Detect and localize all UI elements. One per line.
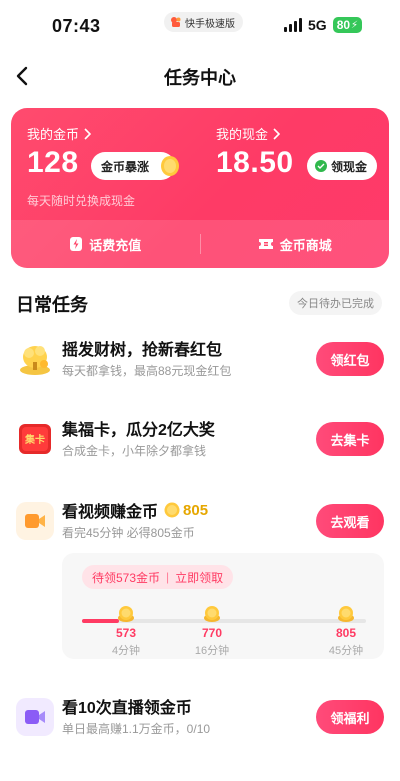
task-subtitle: 单日最高赚1.1万金币，0/10 <box>62 722 211 736</box>
task-title: 集福卡，瓜分2亿大奖 <box>62 422 215 439</box>
fu-card-icon: 集卡 <box>16 420 54 458</box>
app-badge: 快手极速版 <box>164 12 243 32</box>
chevron-right-icon <box>273 127 281 140</box>
status-time: 07:43 <box>52 16 101 36</box>
reward-value: 805 <box>183 501 209 519</box>
task-title: 看10次直播领金币 <box>62 700 192 717</box>
coin-stack-icon <box>204 606 220 622</box>
reward-amount: 805 <box>164 502 208 519</box>
wallet-summary: 我的金币 128 金币暴涨 我的现金 18.50 领现金 每天随时兑换成现金 <box>11 108 389 220</box>
ticket-icon <box>258 239 273 249</box>
milestone-1: 573 4分钟 <box>101 603 151 658</box>
coin-stack-icon <box>118 606 134 622</box>
task-watch-live: 看10次直播领金币 单日最高赚1.1万金币，0/10 领福利 <box>0 688 400 748</box>
milestone-value: 805 <box>335 626 357 640</box>
claim-pending-coins-button[interactable]: 待领573金币 | 立即领取 <box>82 565 234 589</box>
task-title: 摇发财树，抢新春红包 <box>62 342 223 359</box>
signal-icon <box>284 18 302 32</box>
milestone-3: 805 45分钟 <box>321 603 371 658</box>
task-watch-video: 看视频赚金币 805 看完45分钟 必得805金币 去观看 <box>0 492 400 552</box>
claim-cash-button[interactable]: 领现金 <box>307 152 378 180</box>
task-money-tree: 摇发财树，抢新春红包 每天都拿钱，最高88元现金红包 领红包 <box>0 330 400 390</box>
status-indicators: 5G 80 ⚡ <box>284 17 363 33</box>
coin-boost-tag[interactable]: 金币暴涨 <box>91 152 180 180</box>
coin-mall-label: 金币商城 <box>279 237 332 253</box>
task-subtitle: 合成金卡，小年除夕都拿钱 <box>62 444 207 458</box>
daily-tasks-title: 日常任务 <box>16 295 88 315</box>
battery-level: 80 <box>336 18 351 32</box>
battery-icon: 80 ⚡ <box>332 17 363 33</box>
task-subtitle: 每天都拿钱，最高88元现金红包 <box>62 364 232 378</box>
coin-stack-icon <box>338 606 354 622</box>
coins-amount: 128 <box>27 146 79 179</box>
money-tree-icon <box>16 340 54 378</box>
video-camera-icon <box>16 502 54 540</box>
coin-mall-button[interactable]: 金币商城 <box>201 235 390 254</box>
phone-bill-label: 话费充值 <box>89 237 142 253</box>
milestone-time: 4分钟 <box>111 645 141 657</box>
milestone-value: 573 <box>115 626 137 640</box>
phone-bill-icon <box>70 237 83 251</box>
milestone-value: 770 <box>201 626 223 640</box>
kuaishou-logo-icon <box>171 17 181 27</box>
fu-card-icon-text: 集卡 <box>24 433 45 446</box>
my-cash-label: 我的现金 <box>216 127 269 142</box>
daily-done-badge: 今日待办已完成 <box>289 291 382 315</box>
status-bar: 07:43 快手极速版 5G 80 ⚡ <box>0 0 400 52</box>
wallet-card: 我的金币 128 金币暴涨 我的现金 18.50 领现金 每天随时兑换成现金 话… <box>11 108 389 268</box>
gold-coin-icon <box>161 156 180 176</box>
milestone-time: 16分钟 <box>194 645 230 657</box>
my-coins-link[interactable]: 我的金币 <box>27 124 92 143</box>
check-circle-icon <box>315 160 327 172</box>
live-camera-icon <box>16 698 54 736</box>
charging-icon: ⚡ <box>351 19 359 31</box>
task-title-row: 看视频赚金币 805 <box>62 498 208 522</box>
phone-bill-button[interactable]: 话费充值 <box>11 235 200 254</box>
separator: | <box>166 570 170 584</box>
task-fu-card: 集卡 集福卡，瓜分2亿大奖 合成金卡，小年除夕都拿钱 去集卡 <box>0 410 400 470</box>
milestone-time: 45分钟 <box>328 645 364 657</box>
chevron-right-icon <box>84 127 92 140</box>
exchange-hint: 每天随时兑换成现金 <box>27 194 136 208</box>
milestone-2: 770 16分钟 <box>187 603 237 658</box>
network-type: 5G <box>308 17 327 33</box>
my-coins-label: 我的金币 <box>27 127 80 142</box>
task-subtitle: 看完45分钟 必得805金币 <box>62 526 195 540</box>
gold-coin-icon <box>164 502 180 518</box>
app-badge-label: 快手极速版 <box>185 18 235 30</box>
claim-now-text: 立即领取 <box>175 570 224 585</box>
page-header: 任务中心 <box>0 52 400 100</box>
claim-welfare-button[interactable]: 领福利 <box>316 700 384 734</box>
video-progress-panel: 待领573金币 | 立即领取 573 4分钟 770 16分钟 805 45分钟 <box>62 553 384 659</box>
pending-coins-text: 待领573金币 <box>92 570 161 585</box>
claim-red-packet-button[interactable]: 领红包 <box>316 342 384 376</box>
collect-card-button[interactable]: 去集卡 <box>316 422 384 456</box>
task-title: 看视频赚金币 <box>62 504 159 521</box>
my-cash-link[interactable]: 我的现金 <box>216 124 281 143</box>
claim-cash-label: 领现金 <box>331 159 368 174</box>
coin-boost-label: 金币暴涨 <box>101 159 150 174</box>
cash-amount: 18.50 <box>216 146 294 179</box>
go-watch-button[interactable]: 去观看 <box>316 504 384 538</box>
wallet-actions: 话费充值 金币商城 <box>11 220 389 268</box>
page-title: 任务中心 <box>164 68 236 88</box>
